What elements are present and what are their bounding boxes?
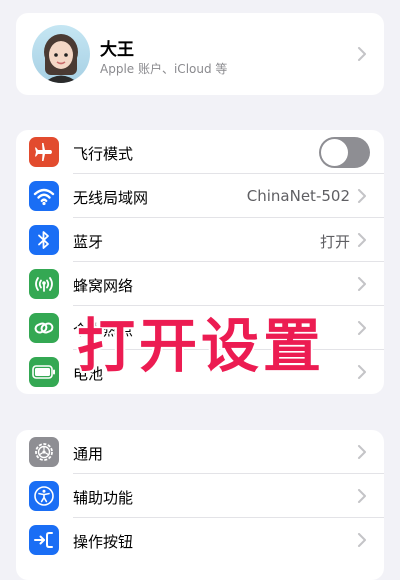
bluetooth-status: 打开 bbox=[319, 233, 350, 251]
chevron-right-icon bbox=[358, 533, 366, 547]
settings-row-label: 蜂窝网络 bbox=[73, 277, 134, 295]
airplane-icon bbox=[29, 137, 59, 167]
chevron-right-icon bbox=[358, 47, 366, 61]
toggle-knob bbox=[321, 139, 348, 166]
accessibility-icon bbox=[29, 481, 59, 511]
chevron-right-icon bbox=[358, 277, 366, 291]
chevron-right-icon bbox=[358, 189, 366, 203]
bluetooth-icon bbox=[29, 225, 59, 255]
chevron-right-icon bbox=[358, 233, 366, 247]
settings-row-general[interactable]: 通用 bbox=[16, 430, 384, 474]
avatar bbox=[32, 25, 90, 83]
settings-row-action-button[interactable]: 操作按钮 bbox=[16, 518, 384, 562]
profile-subtitle: Apple 账户、iCloud 等 bbox=[100, 62, 228, 76]
settings-row-label: 操作按钮 bbox=[73, 533, 134, 551]
battery-icon bbox=[29, 357, 59, 387]
settings-row-wifi[interactable]: 无线局域网 ChinaNet-502 bbox=[16, 174, 384, 218]
action-button-icon bbox=[29, 525, 59, 555]
settings-row-airplane-mode[interactable]: 飞行模式 bbox=[16, 130, 384, 174]
airplane-mode-toggle[interactable] bbox=[319, 137, 370, 168]
gear-icon bbox=[29, 437, 59, 467]
chevron-right-icon bbox=[358, 365, 366, 379]
overlay-caption: 打开设置 bbox=[75, 310, 325, 382]
general-group: 通用 辅助功能 操作按钮 bbox=[16, 430, 384, 580]
settings-row-cellular[interactable]: 蜂窝网络 bbox=[16, 262, 384, 306]
profile-name: 大王 bbox=[100, 40, 134, 60]
settings-row-label: 辅助功能 bbox=[73, 489, 134, 507]
settings-row-bluetooth[interactable]: 蓝牙 打开 bbox=[16, 218, 384, 262]
settings-row-label: 通用 bbox=[73, 445, 104, 463]
settings-row-label: 蓝牙 bbox=[73, 233, 104, 251]
wifi-network-name: ChinaNet-502 bbox=[246, 187, 350, 205]
cellular-icon bbox=[29, 269, 59, 299]
chevron-right-icon bbox=[358, 489, 366, 503]
settings-row-label: 飞行模式 bbox=[73, 145, 134, 163]
wifi-icon bbox=[29, 181, 59, 211]
chevron-right-icon bbox=[358, 321, 366, 335]
settings-row-accessibility[interactable]: 辅助功能 bbox=[16, 474, 384, 518]
settings-row-label: 无线局域网 bbox=[73, 189, 149, 207]
hotspot-icon bbox=[29, 313, 59, 343]
chevron-right-icon bbox=[358, 445, 366, 459]
apple-account-card[interactable]: 大王 Apple 账户、iCloud 等 bbox=[16, 13, 384, 95]
